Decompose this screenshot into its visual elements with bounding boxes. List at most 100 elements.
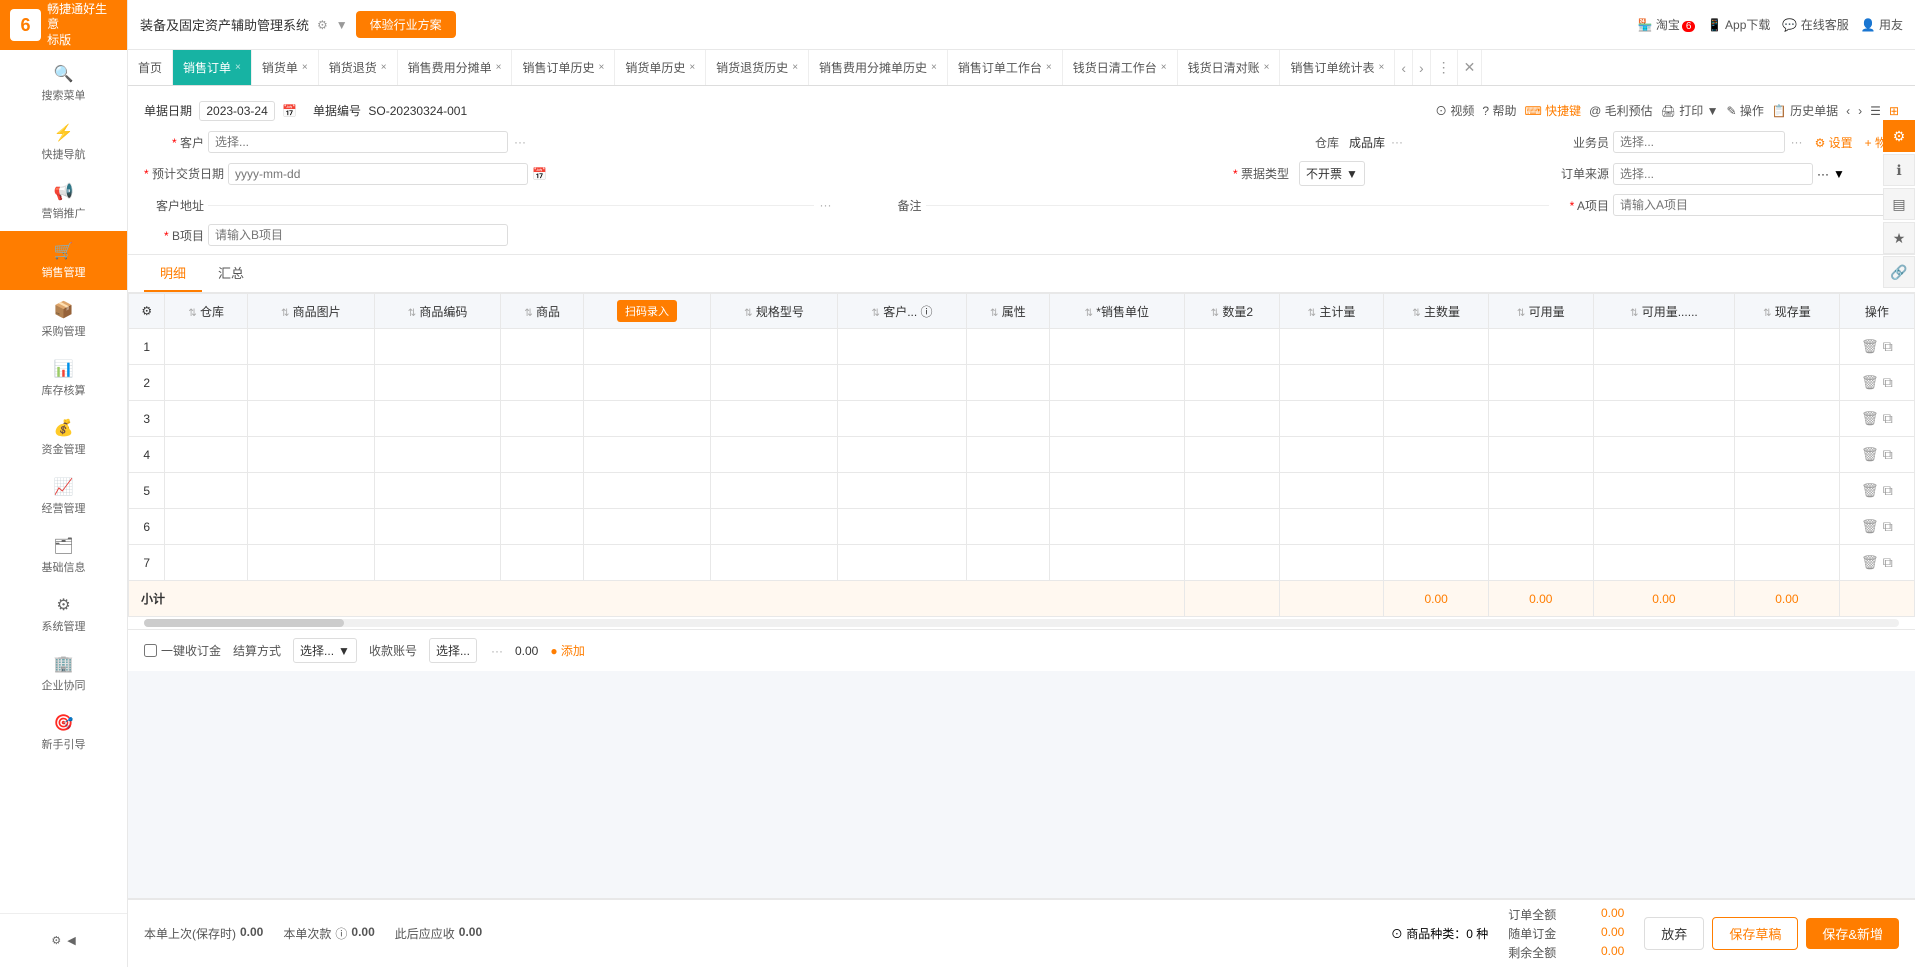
- one-click-checkbox[interactable]: [144, 644, 157, 657]
- add-payment-btn[interactable]: ● 添加: [550, 642, 585, 659]
- tab-home[interactable]: 首页: [128, 50, 173, 85]
- th-customer-code[interactable]: ⇅ 客户... ⓘ: [837, 294, 966, 329]
- side-link-btn[interactable]: 🔗: [1883, 256, 1915, 288]
- dropdown-arrow-icon[interactable]: ▼: [336, 18, 348, 32]
- payment-method-select[interactable]: 选择... ▼: [293, 638, 357, 663]
- close-icon[interactable]: ×: [1378, 62, 1384, 73]
- customer-dots[interactable]: ···: [514, 135, 526, 149]
- row-customer-code[interactable]: [837, 329, 966, 365]
- copy-icon[interactable]: ⧉: [1883, 374, 1893, 391]
- user-link[interactable]: 👤 用友: [1861, 16, 1903, 33]
- tab-expense-split[interactable]: 销售费用分摊单 ×: [398, 50, 513, 85]
- warehouse-dots[interactable]: ···: [1391, 135, 1403, 149]
- layout-grid-icon[interactable]: ⊞: [1889, 104, 1899, 118]
- salesperson-dots[interactable]: ···: [1791, 135, 1803, 149]
- tab-summary[interactable]: 汇总: [202, 255, 260, 292]
- row-main-unit[interactable]: [1279, 329, 1384, 365]
- th-settings[interactable]: ⚙: [129, 294, 165, 329]
- delete-icon[interactable]: 🗑: [1861, 410, 1879, 427]
- delete-icon[interactable]: 🗑: [1861, 446, 1879, 463]
- tab-sales-return[interactable]: 销货单 ×: [252, 50, 319, 85]
- sidebar-item-operations[interactable]: 📈 经营管理: [0, 467, 127, 526]
- sidebar-item-finance[interactable]: 💰 资金管理: [0, 408, 127, 467]
- sidebar-item-enterprise[interactable]: 🏢 企业协同: [0, 644, 127, 703]
- th-scan[interactable]: 扫码录入: [583, 294, 710, 329]
- delete-icon[interactable]: 🗑: [1861, 554, 1879, 571]
- tab-sales-stats[interactable]: 销售订单统计表 ×: [1280, 50, 1395, 85]
- operation-btn[interactable]: ✎ 操作: [1726, 102, 1763, 119]
- tab-return-history[interactable]: 销货退货历史 ×: [706, 50, 809, 85]
- settings-gear-icon[interactable]: ⚙: [317, 18, 328, 32]
- row-main-qty[interactable]: [1384, 329, 1489, 365]
- row-scan[interactable]: [583, 365, 710, 401]
- sidebar-item-sales[interactable]: 🛒 销售管理: [0, 231, 127, 290]
- support-link[interactable]: 💬 在线客服: [1782, 16, 1848, 33]
- account-dots[interactable]: ···: [491, 644, 503, 658]
- row-attr[interactable]: [967, 329, 1050, 365]
- delete-icon[interactable]: 🗑: [1861, 518, 1879, 535]
- th-name[interactable]: ⇅ 商品: [501, 294, 584, 329]
- copy-icon[interactable]: ⧉: [1883, 446, 1893, 463]
- row-name[interactable]: [501, 329, 584, 365]
- th-available[interactable]: ⇅ 可用量: [1488, 294, 1593, 329]
- invoice-type-select[interactable]: 不开票 ▼: [1299, 161, 1365, 186]
- tab-nav-close-all[interactable]: ✕: [1458, 50, 1483, 85]
- row-main-qty[interactable]: [1384, 365, 1489, 401]
- tab-sales-order[interactable]: 销售订单 ×: [173, 50, 252, 85]
- tab-sales-back[interactable]: 销货退货 ×: [319, 50, 398, 85]
- row-available2[interactable]: [1593, 329, 1735, 365]
- side-settings-btn[interactable]: ⚙: [1883, 120, 1915, 152]
- close-icon[interactable]: ×: [1046, 62, 1052, 73]
- copy-icon[interactable]: ⧉: [1883, 338, 1893, 355]
- close-icon[interactable]: ×: [689, 62, 695, 73]
- th-available2[interactable]: ⇅ 可用量......: [1593, 294, 1735, 329]
- row-qty2[interactable]: [1184, 329, 1279, 365]
- th-attr[interactable]: ⇅ 属性: [967, 294, 1050, 329]
- sidebar-item-quick[interactable]: ⚡ 快捷导航: [0, 113, 127, 172]
- salesperson-input[interactable]: [1613, 131, 1785, 153]
- history-btn[interactable]: 📋 历史单据: [1772, 102, 1838, 119]
- tab-cash-reconcile[interactable]: 钱货日清对账 ×: [1178, 50, 1281, 85]
- th-unit[interactable]: ⇅ *销售单位: [1049, 294, 1184, 329]
- tab-sales-workbench[interactable]: 销售订单工作台 ×: [948, 50, 1063, 85]
- sidebar-item-purchase[interactable]: 📦 采购管理: [0, 290, 127, 349]
- row-spec[interactable]: [711, 329, 838, 365]
- close-icon[interactable]: ×: [792, 62, 798, 73]
- th-image[interactable]: ⇅ 商品图片: [247, 294, 374, 329]
- close-icon[interactable]: ×: [598, 62, 604, 73]
- th-code[interactable]: ⇅ 商品编码: [374, 294, 501, 329]
- close-icon[interactable]: ×: [381, 62, 387, 73]
- order-source-input[interactable]: [1613, 163, 1813, 185]
- th-main-qty[interactable]: ⇅ 主数量: [1384, 294, 1489, 329]
- copy-icon[interactable]: ⧉: [1883, 410, 1893, 427]
- close-icon[interactable]: ×: [302, 62, 308, 73]
- close-icon[interactable]: ×: [496, 62, 502, 73]
- view-btn[interactable]: ⊙ 视频: [1435, 102, 1474, 119]
- industry-solution-button[interactable]: 体验行业方案: [356, 11, 456, 38]
- sidebar-item-search[interactable]: 🔍 搜索菜单: [0, 54, 127, 113]
- address-value[interactable]: [208, 205, 814, 206]
- tab-expense-history[interactable]: 销售费用分摊单历史 ×: [809, 50, 948, 85]
- a-project-input[interactable]: [1613, 194, 1899, 216]
- sidebar-item-basic[interactable]: 🗂 基础信息: [0, 526, 127, 585]
- calendar2-icon[interactable]: 📅: [532, 167, 547, 181]
- sidebar-item-system[interactable]: ⚙ 系统管理: [0, 585, 127, 644]
- app-download-link[interactable]: 📱 App下载: [1707, 16, 1770, 33]
- dropdown2-icon[interactable]: ▼: [1833, 167, 1845, 181]
- row-unit[interactable]: [1049, 329, 1184, 365]
- side-info-btn[interactable]: ℹ: [1883, 154, 1915, 186]
- row-warehouse[interactable]: [165, 329, 248, 365]
- discard-button[interactable]: 放弃: [1644, 917, 1704, 950]
- row-image[interactable]: [247, 365, 374, 401]
- row-code[interactable]: [374, 329, 501, 365]
- tab-sales-history[interactable]: 销售订单历史 ×: [512, 50, 615, 85]
- row-available2[interactable]: [1593, 365, 1735, 401]
- tab-cash-clear[interactable]: 钱货日清工作台 ×: [1063, 50, 1178, 85]
- note-input[interactable]: [926, 205, 1550, 206]
- scan-button[interactable]: 扫码录入: [617, 300, 677, 322]
- copy-icon[interactable]: ⧉: [1883, 554, 1893, 571]
- row-scan[interactable]: [583, 329, 710, 365]
- delete-icon[interactable]: 🗑: [1861, 482, 1879, 499]
- th-stock[interactable]: ⇅ 现存量: [1735, 294, 1840, 329]
- profit-btn[interactable]: @ 毛利预估: [1589, 102, 1653, 119]
